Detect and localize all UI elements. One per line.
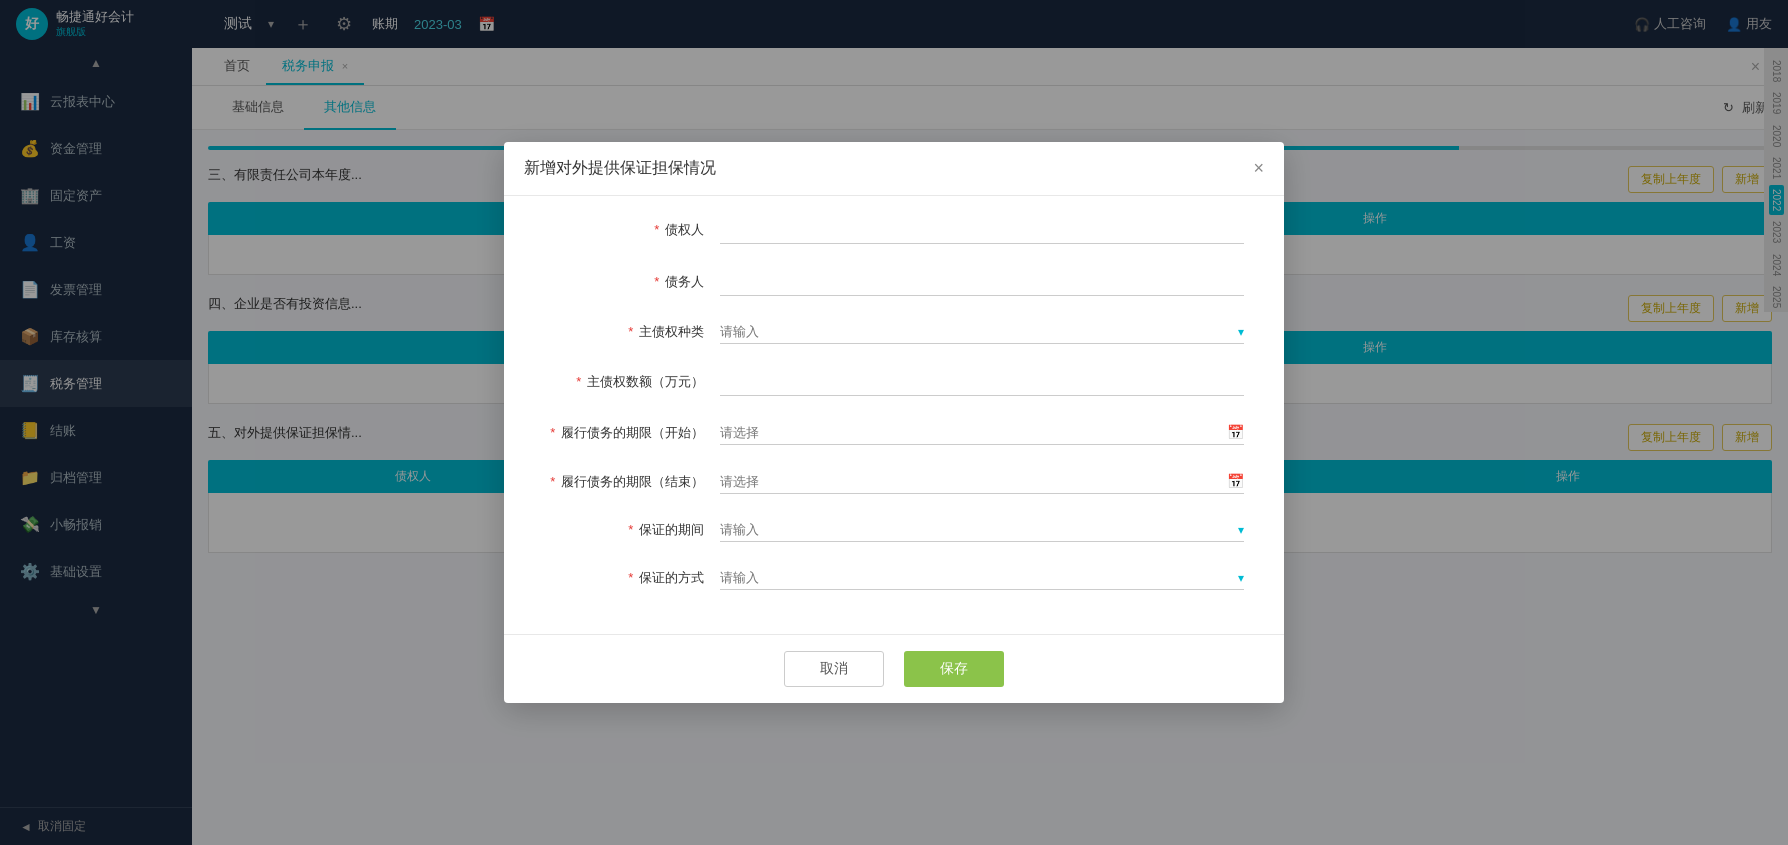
dialog-footer: 取消 保存 <box>504 634 1284 703</box>
form-row-guarantee-method: * 保证的方式 ▾ <box>544 566 1244 590</box>
date-end-input[interactable] <box>720 474 1227 489</box>
req-star-date-end: * <box>550 474 555 489</box>
debt-type-select[interactable]: ▾ <box>720 320 1244 344</box>
form-row-debt-amount: * 主债权数额（万元） <box>544 368 1244 396</box>
dialog-body: * 债权人 * 债务人 * <box>504 196 1284 634</box>
date-start-picker[interactable]: 📅 <box>720 420 1244 445</box>
dialog-title: 新增对外提供保证担保情况 <box>524 158 716 179</box>
guarantee-period-label: * 保证的期间 <box>544 521 704 539</box>
req-star-guarantee-method: * <box>628 570 633 585</box>
debt-type-arrow-icon: ▾ <box>1238 325 1244 339</box>
debtor-input[interactable] <box>720 268 1244 296</box>
req-star-date-start: * <box>550 425 555 440</box>
date-end-label: * 履行债务的期限（结束） <box>544 473 704 491</box>
form-row-date-end: * 履行债务的期限（结束） 📅 <box>544 469 1244 494</box>
debt-amount-label: * 主债权数额（万元） <box>544 373 704 391</box>
form-row-date-start: * 履行债务的期限（开始） 📅 <box>544 420 1244 445</box>
creditor-input[interactable] <box>720 216 1244 244</box>
guarantee-period-select[interactable]: ▾ <box>720 518 1244 542</box>
add-guarantee-dialog: 新增对外提供保证担保情况 × * 债权人 * 债务人 <box>504 142 1284 703</box>
form-row-debtor: * 债务人 <box>544 268 1244 296</box>
date-start-label: * 履行债务的期限（开始） <box>544 424 704 442</box>
dialog-close-btn[interactable]: × <box>1253 158 1264 179</box>
guarantee-period-arrow-icon: ▾ <box>1238 523 1244 537</box>
form-row-creditor: * 债权人 <box>544 216 1244 244</box>
guarantee-method-input[interactable] <box>720 570 1238 585</box>
debt-amount-input-wrap <box>720 368 1244 396</box>
calendar-end-icon: 📅 <box>1227 473 1244 489</box>
dialog-header: 新增对外提供保证担保情况 × <box>504 142 1284 196</box>
guarantee-method-select[interactable]: ▾ <box>720 566 1244 590</box>
debt-type-input[interactable] <box>720 324 1238 339</box>
cancel-button[interactable]: 取消 <box>784 651 884 687</box>
req-star-guarantee-period: * <box>628 522 633 537</box>
form-row-guarantee-period: * 保证的期间 ▾ <box>544 518 1244 542</box>
creditor-label: * 债权人 <box>544 221 704 239</box>
req-star-debt-amount: * <box>576 374 581 389</box>
date-start-input[interactable] <box>720 425 1227 440</box>
save-button[interactable]: 保存 <box>904 651 1004 687</box>
debtor-input-wrap <box>720 268 1244 296</box>
req-star-debt-type: * <box>628 324 633 339</box>
debtor-label: * 债务人 <box>544 273 704 291</box>
req-star-creditor: * <box>654 222 659 237</box>
guarantee-period-input[interactable] <box>720 522 1238 537</box>
calendar-start-icon: 📅 <box>1227 424 1244 440</box>
guarantee-method-arrow-icon: ▾ <box>1238 571 1244 585</box>
date-end-picker[interactable]: 📅 <box>720 469 1244 494</box>
req-star-debtor: * <box>654 274 659 289</box>
debt-amount-input[interactable] <box>720 368 1244 396</box>
creditor-input-wrap <box>720 216 1244 244</box>
form-row-debt-type: * 主债权种类 ▾ <box>544 320 1244 344</box>
guarantee-method-label: * 保证的方式 <box>544 569 704 587</box>
debt-type-label: * 主债权种类 <box>544 323 704 341</box>
dialog-overlay: 新增对外提供保证担保情况 × * 债权人 * 债务人 <box>0 0 1788 845</box>
